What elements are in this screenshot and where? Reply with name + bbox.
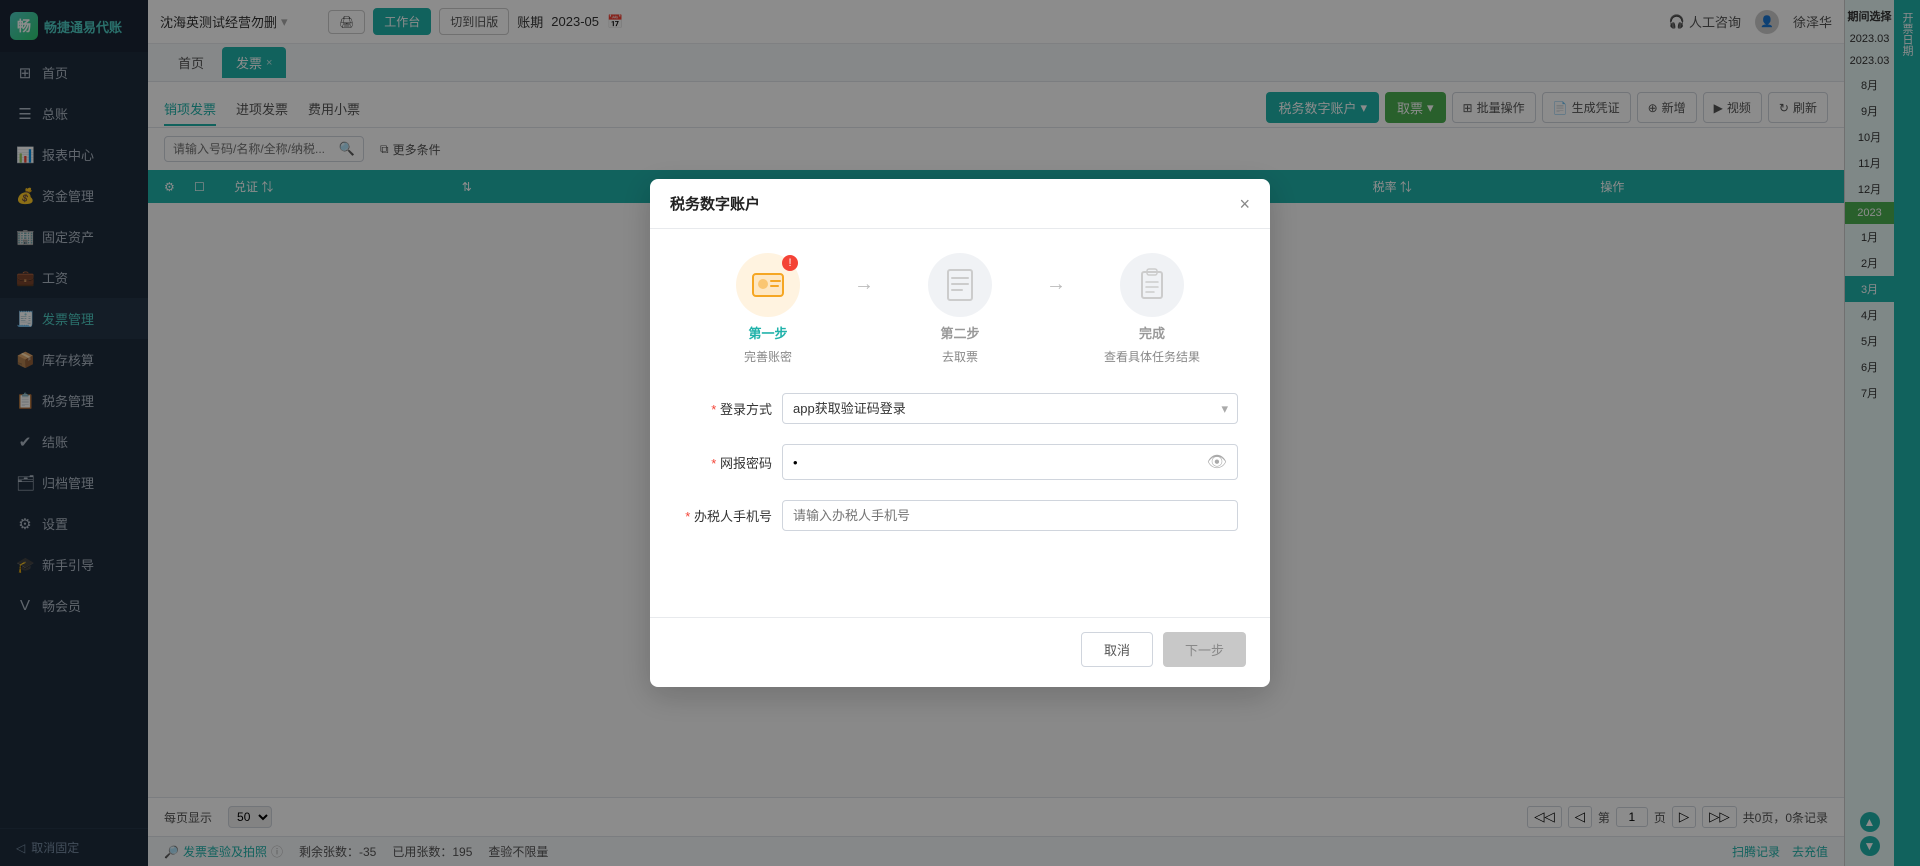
- select-dropdown-icon: ▾: [1221, 401, 1228, 417]
- step-1-icon-wrap: !: [736, 253, 800, 317]
- step-3: 完成 查看具体任务结果: [1066, 253, 1238, 365]
- steps-bar: ! 第一步 完善账密 →: [682, 253, 1238, 365]
- arrow-1: →: [854, 253, 874, 296]
- phone-label: * 办税人手机号: [682, 506, 772, 525]
- login-method-select-wrap: app获取验证码登录 ▾: [782, 393, 1238, 424]
- password-label: * 网报密码: [682, 453, 772, 472]
- eye-icon[interactable]: 👁: [1207, 452, 1227, 472]
- form-row-phone: * 办税人手机号: [682, 500, 1238, 531]
- step-1-label: 第一步: [748, 323, 787, 342]
- invoice-icon: [942, 267, 978, 303]
- tax-digital-modal: 税务数字账户 × !: [650, 179, 1270, 687]
- arrow-2: →: [1046, 253, 1066, 296]
- step-3-icon-wrap: [1120, 253, 1184, 317]
- step-2-icon-wrap: [928, 253, 992, 317]
- id-card-icon: [750, 267, 786, 303]
- modal-footer: 取消 下一步: [650, 617, 1270, 687]
- step-3-sublabel: 查看具体任务结果: [1104, 348, 1200, 365]
- login-method-select[interactable]: app获取验证码登录: [782, 393, 1238, 424]
- step-2: 第二步 去取票: [874, 253, 1046, 365]
- step-2-label: 第二步: [940, 323, 979, 342]
- cancel-btn[interactable]: 取消: [1081, 632, 1153, 667]
- modal-title: 税务数字账户: [670, 193, 760, 214]
- step-1-sublabel: 完善账密: [744, 348, 792, 365]
- step-3-label: 完成: [1139, 323, 1165, 342]
- modal-close-btn[interactable]: ×: [1239, 195, 1250, 213]
- password-input-wrap: 👁: [782, 444, 1238, 480]
- password-input[interactable]: [793, 455, 1201, 470]
- step-1-badge: !: [782, 255, 798, 271]
- next-btn[interactable]: 下一步: [1163, 632, 1246, 667]
- modal-overlay: 税务数字账户 × !: [0, 0, 1920, 866]
- phone-input[interactable]: [782, 500, 1238, 531]
- form-row-login-method: * 登录方式 app获取验证码登录 ▾: [682, 393, 1238, 424]
- modal-header: 税务数字账户 ×: [650, 179, 1270, 229]
- form-spacer: [682, 551, 1238, 591]
- step-2-sublabel: 去取票: [942, 348, 978, 365]
- step-1: ! 第一步 完善账密: [682, 253, 854, 365]
- modal-body: ! 第一步 完善账密 →: [650, 229, 1270, 607]
- clipboard-icon: [1134, 267, 1170, 303]
- login-method-label: * 登录方式: [682, 399, 772, 418]
- form-row-password: * 网报密码 👁: [682, 444, 1238, 480]
